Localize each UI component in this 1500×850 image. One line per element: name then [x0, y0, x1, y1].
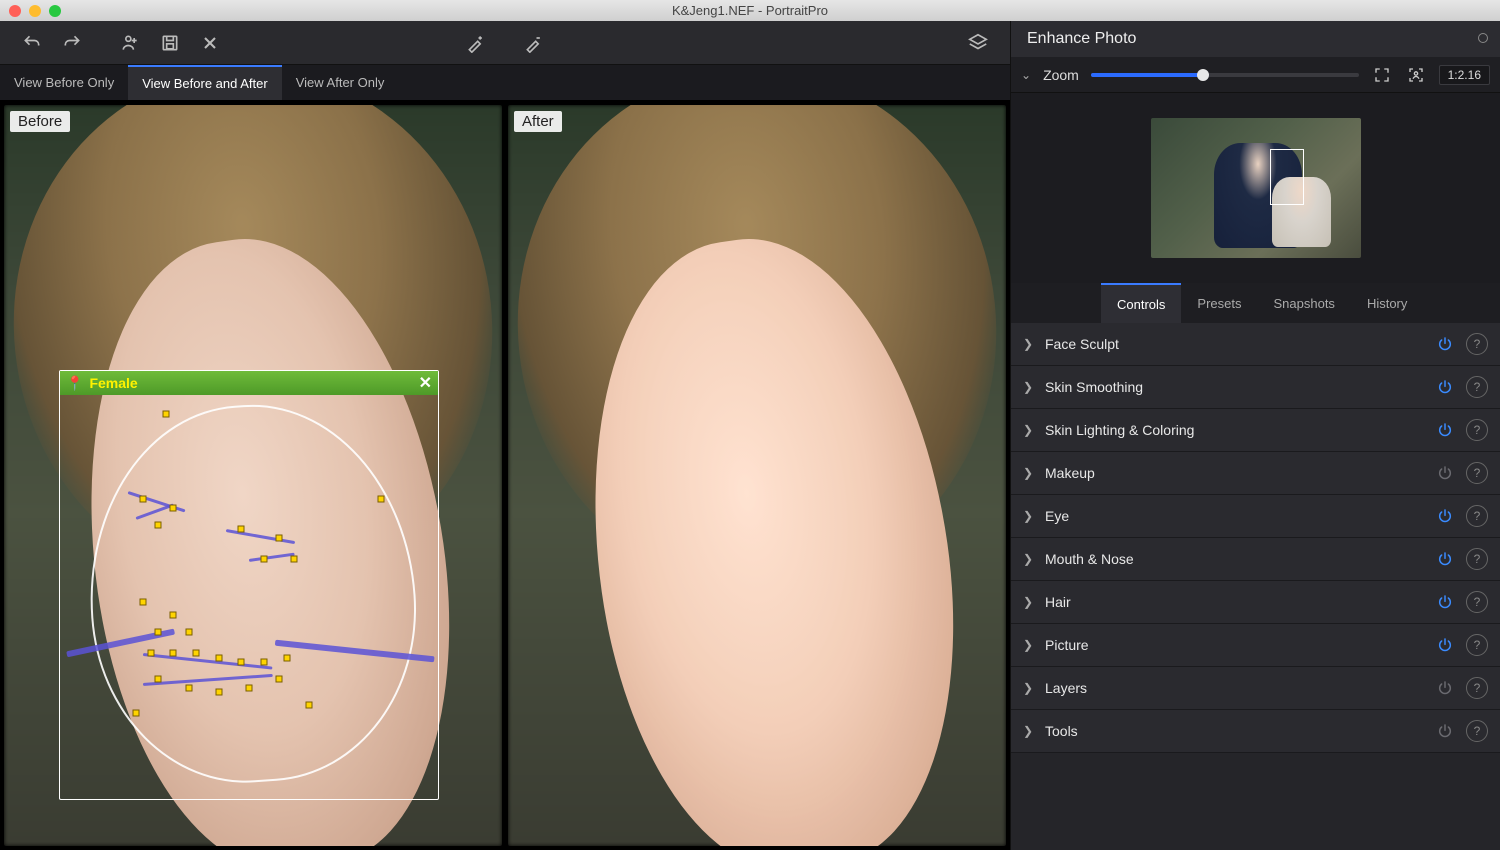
brush-add-button[interactable]	[456, 23, 496, 63]
section-label: Hair	[1045, 594, 1424, 610]
section-mouth-nose[interactable]: ❯ Mouth & Nose?	[1011, 538, 1500, 581]
side-panel: Enhance Photo ⌄ Zoom 1:2.16	[1010, 21, 1500, 850]
zoom-readout[interactable]: 1:2.16	[1439, 65, 1490, 85]
zoom-row: ⌄ Zoom 1:2.16	[1011, 57, 1500, 93]
help-icon[interactable]: ?	[1466, 677, 1488, 699]
after-pane[interactable]: After	[508, 105, 1006, 846]
zoom-slider[interactable]	[1091, 73, 1359, 77]
section-picture[interactable]: ❯ Picture?	[1011, 624, 1500, 667]
zoom-face-icon[interactable]	[1405, 64, 1427, 86]
chevron-right-icon: ❯	[1023, 552, 1035, 566]
section-skin-lighting-coloring[interactable]: ❯ Skin Lighting & Coloring?	[1011, 409, 1500, 452]
section-label: Eye	[1045, 508, 1424, 524]
help-icon[interactable]: ?	[1466, 505, 1488, 527]
dock-icon[interactable]	[1478, 33, 1488, 43]
help-icon[interactable]: ?	[1466, 376, 1488, 398]
face-landmarks[interactable]	[60, 371, 438, 799]
window-title: K&Jeng1.NEF - PortraitPro	[0, 3, 1500, 18]
chevron-right-icon: ❯	[1023, 423, 1035, 437]
section-label: Face Sculpt	[1045, 336, 1424, 352]
section-makeup[interactable]: ❯ Makeup?	[1011, 452, 1500, 495]
section-eye[interactable]: ❯ Eye?	[1011, 495, 1500, 538]
navigator-viewport-rect[interactable]	[1270, 149, 1304, 205]
help-icon[interactable]: ?	[1466, 333, 1488, 355]
section-hair[interactable]: ❯ Hair?	[1011, 581, 1500, 624]
chevron-right-icon: ❯	[1023, 724, 1035, 738]
power-toggle-icon[interactable]	[1434, 677, 1456, 699]
section-face-sculpt[interactable]: ❯ Face Sculpt?	[1011, 323, 1500, 366]
brush-remove-button[interactable]	[514, 23, 554, 63]
tab-history[interactable]: History	[1351, 283, 1423, 323]
chevron-right-icon: ❯	[1023, 638, 1035, 652]
after-label: After	[514, 111, 562, 132]
section-label: Picture	[1045, 637, 1424, 653]
before-pane[interactable]: Before 📍 Female ✕	[4, 105, 502, 846]
undo-button[interactable]	[12, 23, 52, 63]
main-toolbar	[0, 21, 1010, 65]
help-icon[interactable]: ?	[1466, 634, 1488, 656]
tab-presets[interactable]: Presets	[1181, 283, 1257, 323]
power-toggle-icon[interactable]	[1434, 333, 1456, 355]
zoom-collapse-icon[interactable]: ⌄	[1021, 68, 1031, 82]
power-toggle-icon[interactable]	[1434, 720, 1456, 742]
zoom-label: Zoom	[1043, 67, 1079, 83]
chevron-right-icon: ❯	[1023, 337, 1035, 351]
power-toggle-icon[interactable]	[1434, 548, 1456, 570]
power-toggle-icon[interactable]	[1434, 505, 1456, 527]
section-skin-smoothing[interactable]: ❯ Skin Smoothing?	[1011, 366, 1500, 409]
power-toggle-icon[interactable]	[1434, 376, 1456, 398]
power-toggle-icon[interactable]	[1434, 419, 1456, 441]
chevron-right-icon: ❯	[1023, 509, 1035, 523]
view-tab-before-and-after[interactable]: View Before and After	[128, 65, 282, 100]
face-detection-overlay[interactable]: 📍 Female ✕	[59, 370, 439, 800]
panel-tabs: Controls Presets Snapshots History	[1011, 283, 1500, 323]
save-button[interactable]	[150, 23, 190, 63]
help-icon[interactable]: ?	[1466, 591, 1488, 613]
chevron-right-icon: ❯	[1023, 681, 1035, 695]
power-toggle-icon[interactable]	[1434, 462, 1456, 484]
zoom-slider-thumb[interactable]	[1197, 69, 1209, 81]
chevron-right-icon: ❯	[1023, 380, 1035, 394]
tab-controls[interactable]: Controls	[1101, 283, 1181, 323]
side-panel-title-bar: Enhance Photo	[1011, 21, 1500, 57]
side-panel-title: Enhance Photo	[1027, 30, 1136, 48]
control-sections: ❯ Face Sculpt? ❯ Skin Smoothing? ❯ Skin Light…	[1011, 323, 1500, 850]
view-tab-before-only[interactable]: View Before Only	[0, 65, 128, 100]
section-label: Layers	[1045, 680, 1424, 696]
help-icon[interactable]: ?	[1466, 419, 1488, 441]
section-tools[interactable]: ❯ Tools?	[1011, 710, 1500, 753]
section-layers[interactable]: ❯ Layers?	[1011, 667, 1500, 710]
power-toggle-icon[interactable]	[1434, 634, 1456, 656]
help-icon[interactable]: ?	[1466, 462, 1488, 484]
before-label: Before	[10, 111, 70, 132]
section-label: Skin Lighting & Coloring	[1045, 422, 1424, 438]
section-label: Tools	[1045, 723, 1424, 739]
layers-icon[interactable]	[958, 23, 998, 63]
redo-button[interactable]	[52, 23, 92, 63]
navigator-thumbnail[interactable]	[1151, 118, 1361, 258]
canvas-area: Before 📍 Female ✕	[0, 101, 1010, 850]
chevron-right-icon: ❯	[1023, 595, 1035, 609]
close-button[interactable]	[190, 23, 230, 63]
after-image	[508, 105, 1006, 846]
zoom-fit-icon[interactable]	[1371, 64, 1393, 86]
person-button[interactable]	[110, 23, 150, 63]
view-tab-after-only[interactable]: View After Only	[282, 65, 399, 100]
navigator[interactable]	[1011, 93, 1500, 283]
mac-titlebar: K&Jeng1.NEF - PortraitPro	[0, 0, 1500, 21]
help-icon[interactable]: ?	[1466, 720, 1488, 742]
section-label: Makeup	[1045, 465, 1424, 481]
section-label: Mouth & Nose	[1045, 551, 1424, 567]
help-icon[interactable]: ?	[1466, 548, 1488, 570]
chevron-right-icon: ❯	[1023, 466, 1035, 480]
tab-snapshots[interactable]: Snapshots	[1258, 283, 1351, 323]
section-label: Skin Smoothing	[1045, 379, 1424, 395]
power-toggle-icon[interactable]	[1434, 591, 1456, 613]
view-tabs: View Before Only View Before and After V…	[0, 65, 1010, 101]
